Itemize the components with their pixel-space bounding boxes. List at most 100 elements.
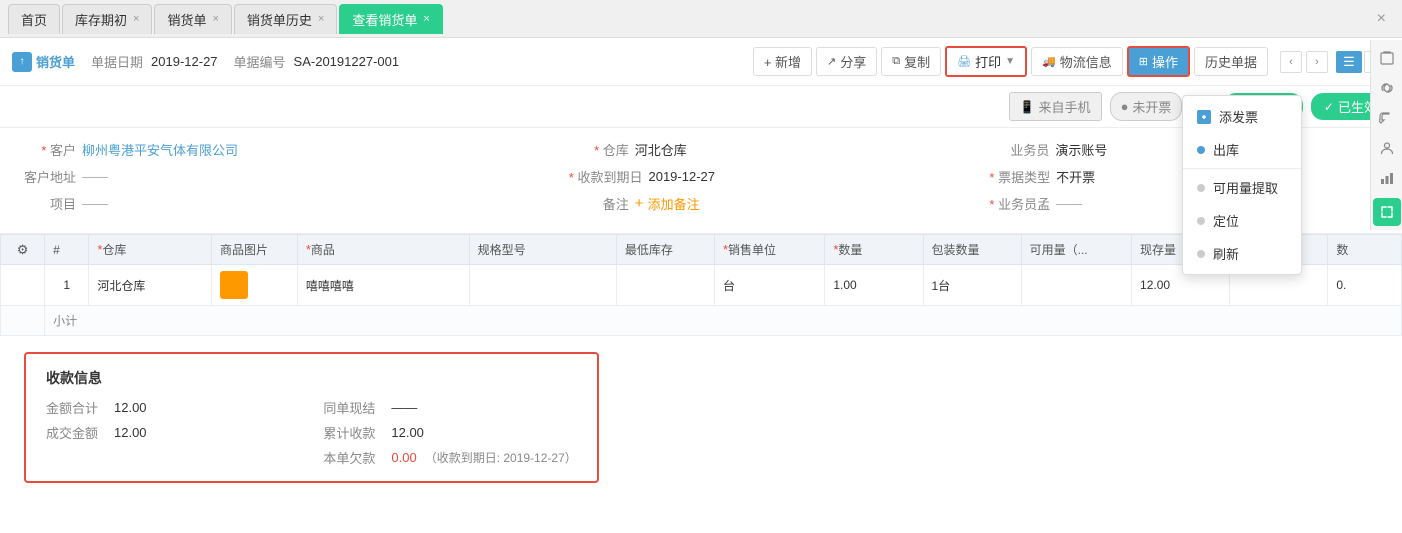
tab-sales-order-close[interactable]: × bbox=[212, 13, 218, 25]
row-amount-cell: 0. bbox=[1328, 265, 1402, 306]
add-button[interactable]: + 新增 bbox=[753, 47, 812, 76]
add-note-plus-icon: + bbox=[635, 195, 644, 212]
doc-type: ↑ 销货单 bbox=[12, 52, 75, 72]
window-close-button[interactable]: × bbox=[1369, 6, 1394, 32]
operate-label: 操作 bbox=[1152, 52, 1178, 71]
warehouse-value: 河北仓库 bbox=[635, 140, 687, 159]
row-quantity-cell: 1.00 bbox=[825, 265, 923, 306]
customer-field: 客户 柳州粤港平安气体有限公司 bbox=[16, 140, 545, 159]
col-sales-unit: *销售单位 bbox=[714, 235, 824, 265]
locate-label: 定位 bbox=[1213, 211, 1239, 230]
col-product-img: 商品图片 bbox=[211, 235, 297, 265]
sidebar-icon-user[interactable] bbox=[1373, 134, 1401, 162]
row-product-cell: 嘻嘻嘻嘻 bbox=[297, 265, 469, 306]
product-image bbox=[220, 271, 248, 299]
tab-sales-history-close[interactable]: × bbox=[318, 13, 324, 25]
staff-value: 演示账号 bbox=[1055, 140, 1107, 159]
col-min-stock: 最低库存 bbox=[616, 235, 714, 265]
add-invoice-label: 添发票 bbox=[1219, 107, 1258, 126]
payment-same-order-label: 同单现结 bbox=[323, 398, 383, 417]
tab-sales-history[interactable]: 销货单历史 × bbox=[234, 4, 337, 34]
payment-transaction-label: 成交金额 bbox=[46, 423, 106, 442]
doc-type-icon: ↑ bbox=[12, 52, 32, 72]
ticket-type-label: 票据类型 bbox=[989, 167, 1050, 186]
dropdown-refresh[interactable]: 刷新 bbox=[1183, 237, 1301, 270]
tab-bar: 首页 库存期初 × 销货单 × 销货单历史 × 查看销货单 × × bbox=[0, 0, 1402, 38]
project-label: 项目 bbox=[16, 194, 76, 213]
col-warehouse: *仓库 bbox=[89, 235, 212, 265]
dropdown-locate[interactable]: 定位 bbox=[1183, 204, 1301, 237]
refresh-dot bbox=[1197, 250, 1205, 258]
payment-transaction-value: 12.00 bbox=[114, 425, 147, 440]
tab-view-sales[interactable]: 查看销货单 × bbox=[339, 4, 442, 34]
locate-dot bbox=[1197, 217, 1205, 225]
form-row-3: 项目 —— 备注 + 添加备注 业务员孟 —— bbox=[16, 194, 1386, 213]
note-field: 备注 + 添加备注 bbox=[569, 194, 966, 213]
share-button[interactable]: ↗ 分享 bbox=[816, 47, 877, 76]
dropdown-out-warehouse[interactable]: 出库 bbox=[1183, 133, 1301, 166]
from-phone-button[interactable]: 📱 来自手机 bbox=[1009, 92, 1102, 121]
nav-next-button[interactable]: › bbox=[1306, 51, 1328, 73]
doc-actions: + 新增 ↗ 分享 ⧉ 复制 🖨 打印 ▼ 🚚 物流信息 bbox=[753, 46, 1390, 77]
doc-date-value: 2019-12-27 bbox=[151, 54, 218, 69]
tab-inventory-init[interactable]: 库存期初 × bbox=[62, 4, 152, 34]
doc-date-label: 单据日期 bbox=[91, 52, 143, 71]
sidebar-icon-link[interactable] bbox=[1373, 74, 1401, 102]
payment-cumulative-value: 12.00 bbox=[391, 425, 424, 440]
ticket-type-value: 不开票 bbox=[1056, 167, 1095, 186]
logistics-label: 物流信息 bbox=[1060, 52, 1112, 71]
payment-total-label: 金额合计 bbox=[46, 398, 106, 417]
salesman-value: —— bbox=[1056, 196, 1082, 211]
warehouse-field: 仓库 河北仓库 bbox=[569, 140, 966, 159]
sidebar-icon-expand[interactable] bbox=[1373, 198, 1401, 226]
print-button[interactable]: 🖨 打印 ▼ bbox=[945, 46, 1027, 77]
row-min-stock-cell bbox=[616, 265, 714, 306]
tab-inventory-init-close[interactable]: × bbox=[133, 13, 139, 25]
due-date-value: 2019-12-27 bbox=[648, 169, 715, 184]
out-warehouse-dot bbox=[1197, 146, 1205, 154]
col-amount: 数 bbox=[1328, 235, 1402, 265]
row-img-cell bbox=[211, 265, 297, 306]
due-date-label: 收款到期日 bbox=[569, 167, 643, 186]
history-button[interactable]: 历史单据 bbox=[1194, 47, 1268, 76]
col-settings[interactable]: ⚙ bbox=[1, 235, 45, 265]
customer-value[interactable]: 柳州粤港平安气体有限公司 bbox=[82, 140, 238, 159]
from-phone-label: 来自手机 bbox=[1039, 97, 1091, 116]
col-pkg-qty: 包装数量 bbox=[923, 235, 1021, 265]
tab-home-label: 首页 bbox=[21, 10, 47, 29]
dropdown-available-qty[interactable]: 可用量提取 bbox=[1183, 171, 1301, 204]
payment-grid: 金额合计 12.00 同单现结 —— 成交金额 12.00 累计收款 12.00 bbox=[46, 398, 577, 467]
refresh-label: 刷新 bbox=[1213, 244, 1239, 263]
copy-button[interactable]: ⧉ 复制 bbox=[881, 47, 941, 76]
col-num: # bbox=[45, 235, 89, 265]
dropdown-add-invoice[interactable]: 添发票 bbox=[1183, 100, 1301, 133]
col-spec: 规格型号 bbox=[469, 235, 616, 265]
tab-home[interactable]: 首页 bbox=[8, 4, 60, 34]
col-quantity: *数量 bbox=[825, 235, 923, 265]
add-note-button[interactable]: + 添加备注 bbox=[635, 194, 700, 213]
view-list-button[interactable]: ☰ bbox=[1336, 51, 1362, 73]
nav-prev-button[interactable]: ‹ bbox=[1280, 51, 1302, 73]
sidebar-icon-clipboard[interactable] bbox=[1373, 44, 1401, 72]
tab-sales-order[interactable]: 销货单 × bbox=[154, 4, 231, 34]
payment-title: 收款信息 bbox=[46, 368, 577, 388]
available-qty-dot bbox=[1197, 184, 1205, 192]
doc-date-meta: 单据日期 2019-12-27 bbox=[91, 52, 218, 71]
logistics-button[interactable]: 🚚 物流信息 bbox=[1031, 47, 1123, 76]
payment-owe-note: （收款到期日: 2019-12-27） bbox=[425, 449, 577, 466]
address-field: 客户地址 —— bbox=[16, 167, 545, 186]
share-label: 分享 bbox=[840, 52, 866, 71]
sidebar-icon-return[interactable] bbox=[1373, 104, 1401, 132]
sidebar-icon-chart[interactable] bbox=[1373, 164, 1401, 192]
tab-view-sales-label: 查看销货单 bbox=[352, 10, 417, 29]
tab-view-sales-close[interactable]: × bbox=[423, 13, 429, 25]
payment-total-value: 12.00 bbox=[114, 400, 147, 415]
payment-cumulative-label: 累计收款 bbox=[323, 423, 383, 442]
not-open-label: 未开票 bbox=[1132, 97, 1171, 116]
doc-header: ↑ 销货单 单据日期 2019-12-27 单据编号 SA-20191227-0… bbox=[0, 38, 1402, 86]
operate-button[interactable]: ⊞ 操作 bbox=[1127, 46, 1190, 77]
col-product: *商品 bbox=[297, 235, 469, 265]
address-label: 客户地址 bbox=[16, 167, 76, 186]
not-open-button[interactable]: ● 未开票 bbox=[1110, 92, 1183, 121]
payment-owe-item: 本单欠款 0.00 （收款到期日: 2019-12-27） bbox=[323, 448, 576, 467]
